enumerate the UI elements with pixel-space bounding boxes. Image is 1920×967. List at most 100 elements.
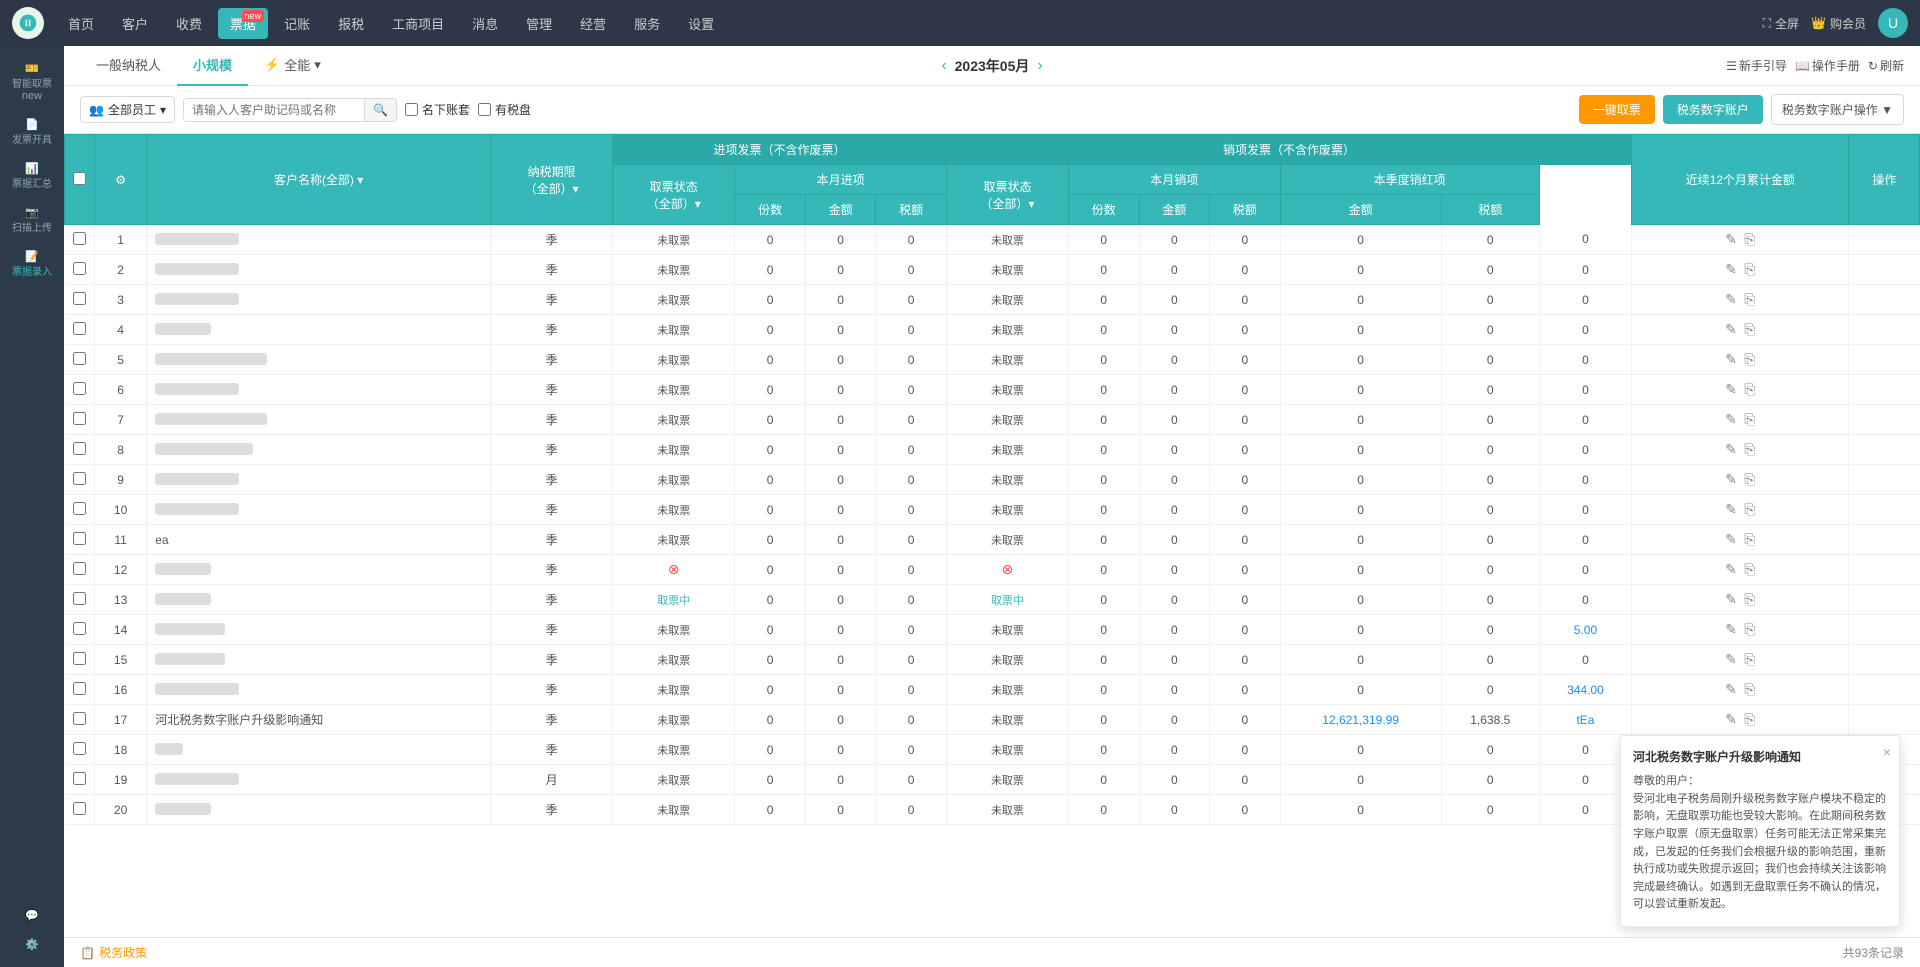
- copy-button[interactable]: ⎘: [1744, 411, 1755, 427]
- copy-button[interactable]: ⎘: [1744, 501, 1755, 517]
- row-select-checkbox[interactable]: [73, 232, 86, 245]
- copy-button[interactable]: ⎘: [1744, 471, 1755, 487]
- sidebar-item-smart-invoice[interactable]: 🎫 智能取票 new: [0, 54, 64, 110]
- copy-button[interactable]: ⎘: [1744, 231, 1755, 247]
- row-select-checkbox[interactable]: [73, 442, 86, 455]
- row-select-checkbox[interactable]: [73, 382, 86, 395]
- nav-tax[interactable]: 报税: [326, 8, 376, 39]
- one-click-fetch-button[interactable]: 一键取票: [1579, 95, 1655, 124]
- edit-button[interactable]: ✎: [1725, 261, 1737, 277]
- copy-button[interactable]: ⎘: [1744, 381, 1755, 397]
- edit-button[interactable]: ✎: [1725, 651, 1737, 667]
- new-guide-link[interactable]: ☰ 新手引导: [1726, 57, 1787, 74]
- edit-button[interactable]: ✎: [1725, 231, 1737, 247]
- sub-account-checkbox[interactable]: [405, 103, 418, 116]
- row-select-checkbox[interactable]: [73, 772, 86, 785]
- nav-bookkeeping[interactable]: 记账: [272, 8, 322, 39]
- edit-button[interactable]: ✎: [1725, 591, 1737, 607]
- sidebar-item-scan-upload[interactable]: 📷 扫描上传: [0, 198, 64, 242]
- copy-button[interactable]: ⎘: [1744, 261, 1755, 277]
- select-all-checkbox[interactable]: [73, 172, 86, 185]
- row-select-checkbox[interactable]: [73, 502, 86, 515]
- copy-button[interactable]: ⎘: [1744, 441, 1755, 457]
- row-select-checkbox[interactable]: [73, 472, 86, 485]
- sales-status-filter-icon[interactable]: ▾: [1028, 197, 1034, 211]
- row-select-checkbox[interactable]: [73, 352, 86, 365]
- nav-settings[interactable]: 设置: [676, 8, 726, 39]
- edit-button[interactable]: ✎: [1725, 321, 1737, 337]
- search-input[interactable]: [184, 99, 364, 121]
- edit-button[interactable]: ✎: [1725, 381, 1737, 397]
- member-button[interactable]: 👑 购会员: [1811, 15, 1866, 32]
- check-tax-disk[interactable]: 有税盘: [478, 101, 531, 118]
- notification-close-button[interactable]: ×: [1883, 744, 1891, 760]
- nav-business[interactable]: 工商项目: [380, 8, 456, 39]
- row-select-checkbox[interactable]: [73, 712, 86, 725]
- tab-small-scale[interactable]: 小规模: [177, 46, 248, 86]
- user-avatar[interactable]: U: [1878, 8, 1908, 38]
- name-filter-icon[interactable]: ▾: [357, 173, 363, 187]
- nav-message[interactable]: 消息: [460, 8, 510, 39]
- row-select-checkbox[interactable]: [73, 592, 86, 605]
- refresh-link[interactable]: ↻ 刷新: [1868, 57, 1904, 74]
- edit-button[interactable]: ✎: [1725, 621, 1737, 637]
- nav-service[interactable]: 服务: [622, 8, 672, 39]
- copy-button[interactable]: ⎘: [1744, 711, 1755, 727]
- nav-customer[interactable]: 客户: [110, 8, 160, 39]
- copy-button[interactable]: ⎘: [1744, 531, 1755, 547]
- manual-link[interactable]: 📖 操作手册: [1795, 57, 1860, 74]
- tab-general-taxpayer[interactable]: 一般纳税人: [80, 46, 177, 86]
- copy-button[interactable]: ⎘: [1744, 621, 1755, 637]
- edit-button[interactable]: ✎: [1725, 351, 1737, 367]
- sidebar-item-settings[interactable]: ⚙️: [0, 930, 64, 959]
- sidebar-item-invoice-entry[interactable]: 📝 票据录入: [0, 242, 64, 286]
- row-select-checkbox[interactable]: [73, 262, 86, 275]
- sidebar-item-invoice-summary[interactable]: 📊 票据汇总: [0, 154, 64, 198]
- row-select-checkbox[interactable]: [73, 682, 86, 695]
- edit-button[interactable]: ✎: [1725, 561, 1737, 577]
- tax-policy-link[interactable]: 📋 税务政策: [80, 944, 147, 961]
- edit-button[interactable]: ✎: [1725, 441, 1737, 457]
- row-select-checkbox[interactable]: [73, 802, 86, 815]
- row-select-checkbox[interactable]: [73, 292, 86, 305]
- edit-button[interactable]: ✎: [1725, 501, 1737, 517]
- row-select-checkbox[interactable]: [73, 562, 86, 575]
- row-select-checkbox[interactable]: [73, 412, 86, 425]
- sidebar-item-invoice-open[interactable]: 📄 发票开具: [0, 110, 64, 154]
- tab-all-capacity[interactable]: ⚡ 全能 ▾: [248, 46, 337, 86]
- tax-account-button[interactable]: 税务数字账户: [1663, 95, 1763, 124]
- row-select-checkbox[interactable]: [73, 622, 86, 635]
- copy-button[interactable]: ⎘: [1744, 291, 1755, 307]
- nav-invoice[interactable]: 票据 new: [218, 8, 268, 39]
- search-button[interactable]: 🔍: [364, 99, 396, 121]
- nav-operation[interactable]: 经营: [568, 8, 618, 39]
- row-select-checkbox[interactable]: [73, 322, 86, 335]
- nav-home[interactable]: 首页: [56, 8, 106, 39]
- staff-filter[interactable]: 👥 全部员工 ▾: [80, 96, 175, 123]
- edit-button[interactable]: ✎: [1725, 471, 1737, 487]
- copy-button[interactable]: ⎘: [1744, 561, 1755, 577]
- edit-button[interactable]: ✎: [1725, 531, 1737, 547]
- next-month-button[interactable]: ›: [1037, 57, 1042, 75]
- prev-month-button[interactable]: ‹: [941, 57, 946, 75]
- copy-button[interactable]: ⎘: [1744, 321, 1755, 337]
- nav-manage[interactable]: 管理: [514, 8, 564, 39]
- tax-disk-checkbox[interactable]: [478, 103, 491, 116]
- sidebar-item-chat[interactable]: 💬: [0, 901, 64, 930]
- row-select-checkbox[interactable]: [73, 652, 86, 665]
- copy-button[interactable]: ⎘: [1744, 351, 1755, 367]
- check-sub-account[interactable]: 名下账套: [405, 101, 470, 118]
- edit-button[interactable]: ✎: [1725, 291, 1737, 307]
- tax-account-operations-button[interactable]: 税务数字账户操作 ▼: [1771, 94, 1904, 125]
- edit-button[interactable]: ✎: [1725, 711, 1737, 727]
- row-select-checkbox[interactable]: [73, 742, 86, 755]
- copy-button[interactable]: ⎘: [1744, 651, 1755, 667]
- copy-button[interactable]: ⎘: [1744, 681, 1755, 697]
- fullscreen-button[interactable]: ⛶ 全屏: [1763, 15, 1799, 32]
- income-status-filter-icon[interactable]: ▾: [695, 197, 701, 211]
- edit-button[interactable]: ✎: [1725, 411, 1737, 427]
- nav-fee[interactable]: 收费: [164, 8, 214, 39]
- row-select-checkbox[interactable]: [73, 532, 86, 545]
- copy-button[interactable]: ⎘: [1744, 591, 1755, 607]
- quota-filter-icon[interactable]: ▾: [573, 182, 579, 196]
